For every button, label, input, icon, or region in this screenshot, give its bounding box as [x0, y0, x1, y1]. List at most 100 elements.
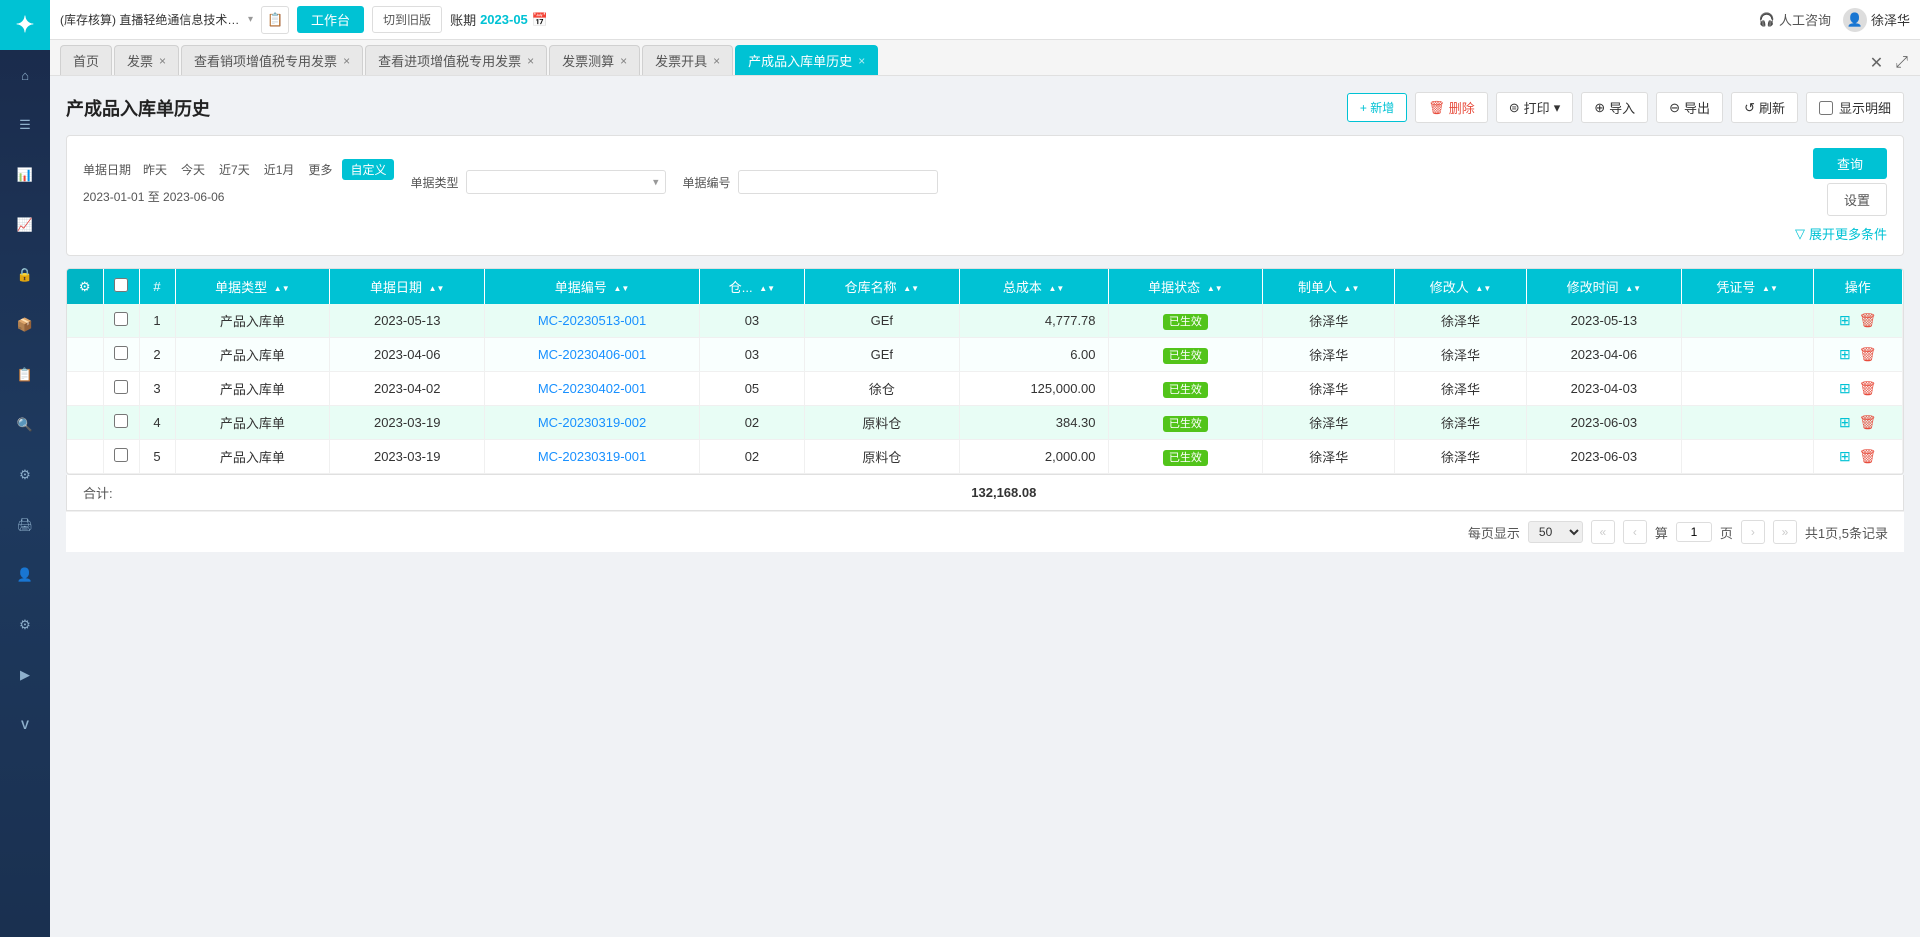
prev-page-button[interactable]: ‹ — [1623, 520, 1647, 544]
sidebar-item-scan[interactable]: 🔍 — [0, 400, 50, 450]
doc-num-link[interactable]: MC-20230513-001 — [538, 313, 646, 328]
td-doc-num[interactable]: MC-20230513-001 — [485, 304, 700, 338]
tab-check-sales-vat-close[interactable]: × — [343, 54, 350, 68]
workbench-button[interactable]: 工作台 — [297, 6, 364, 33]
th-doc-num[interactable]: 单据编号 ▲▼ — [485, 269, 700, 304]
tab-invoice-open[interactable]: 发票开具 × — [642, 45, 733, 75]
td-checkbox[interactable] — [103, 304, 139, 338]
sidebar-item-version[interactable]: V — [0, 700, 50, 750]
sort-modify-time[interactable]: ▲▼ — [1625, 285, 1641, 293]
delete-action-button[interactable]: 🗑 — [1859, 346, 1877, 363]
doc-num-link[interactable]: MC-20230402-001 — [538, 381, 646, 396]
more-shortcut[interactable]: 更多 — [304, 159, 336, 180]
view-action-button[interactable]: ⊞ — [1839, 346, 1851, 363]
sort-warehouse-code[interactable]: ▲▼ — [759, 285, 775, 293]
refresh-button[interactable]: ↺ 刷新 — [1731, 92, 1798, 123]
sort-doc-date[interactable]: ▲▼ — [429, 285, 445, 293]
td-doc-num[interactable]: MC-20230319-001 — [485, 440, 700, 474]
th-warehouse-name[interactable]: 仓库名称 ▲▼ — [804, 269, 959, 304]
select-all-checkbox[interactable] — [114, 278, 128, 292]
export-button[interactable]: ⊖ 导出 — [1656, 92, 1723, 123]
add-button[interactable]: + 新增 — [1347, 93, 1407, 122]
last-month-shortcut[interactable]: 近1月 — [260, 159, 299, 180]
th-voucher-num[interactable]: 凭证号 ▲▼ — [1681, 269, 1813, 304]
tab-check-purchase-vat-close[interactable]: × — [527, 54, 534, 68]
tab-invoice-open-close[interactable]: × — [713, 54, 720, 68]
sidebar-item-print[interactable]: 🖨 — [0, 500, 50, 550]
sidebar-item-lock[interactable]: 🔒 — [0, 250, 50, 300]
doc-num-link[interactable]: MC-20230319-001 — [538, 449, 646, 464]
view-action-button[interactable]: ⊞ — [1839, 414, 1851, 431]
th-creator[interactable]: 制单人 ▲▼ — [1263, 269, 1395, 304]
last7-shortcut[interactable]: 近7天 — [215, 159, 254, 180]
tab-invoice-close[interactable]: × — [159, 54, 166, 68]
tab-home[interactable]: 首页 — [60, 45, 112, 75]
yesterday-shortcut[interactable]: 昨天 — [139, 159, 171, 180]
sidebar-item-reports[interactable]: 📈 — [0, 200, 50, 250]
sidebar-item-goods[interactable]: 📦 — [0, 300, 50, 350]
first-page-button[interactable]: « — [1591, 520, 1615, 544]
close-all-tabs-button[interactable]: ✕ — [1868, 51, 1885, 75]
page-num-input[interactable] — [1676, 522, 1712, 542]
print-button[interactable]: ⊜ 打印 ▾ — [1496, 92, 1573, 123]
delete-action-button[interactable]: 🗑 — [1859, 414, 1877, 431]
import-button[interactable]: ⊕ 导入 — [1581, 92, 1648, 123]
delete-button[interactable]: 🗑 删除 — [1415, 92, 1488, 123]
per-page-select[interactable]: 50 100 200 — [1528, 521, 1583, 543]
delete-action-button[interactable]: 🗑 — [1859, 448, 1877, 465]
th-doc-date[interactable]: 单据日期 ▲▼ — [330, 269, 485, 304]
user-profile[interactable]: 👤 徐泽华 — [1843, 8, 1910, 32]
td-checkbox[interactable] — [103, 440, 139, 474]
td-checkbox[interactable] — [103, 338, 139, 372]
last-page-button[interactable]: » — [1773, 520, 1797, 544]
td-checkbox[interactable] — [103, 372, 139, 406]
tab-product-inbound[interactable]: 产成品入库单历史 × — [735, 45, 878, 75]
th-settings[interactable]: ⚙ — [67, 269, 103, 304]
sidebar-item-doc[interactable]: ☰ — [0, 100, 50, 150]
sort-total-cost[interactable]: ▲▼ — [1049, 285, 1065, 293]
th-warehouse-code[interactable]: 仓... ▲▼ — [699, 269, 804, 304]
sort-voucher-num[interactable]: ▲▼ — [1762, 285, 1778, 293]
view-action-button[interactable]: ⊞ — [1839, 380, 1851, 397]
td-checkbox[interactable] — [103, 406, 139, 440]
custom-shortcut[interactable]: 自定义 — [342, 159, 394, 180]
tab-invoice-calc[interactable]: 发票测算 × — [549, 45, 640, 75]
doc-num-input[interactable] — [738, 170, 938, 194]
sidebar-item-chart[interactable]: 📊 — [0, 150, 50, 200]
doc-num-link[interactable]: MC-20230319-002 — [538, 415, 646, 430]
goto-old-button[interactable]: 切到旧版 — [372, 6, 442, 33]
sidebar-item-settings[interactable]: ⚙ — [0, 600, 50, 650]
row-checkbox[interactable] — [114, 414, 128, 428]
th-doc-type[interactable]: 单据类型 ▲▼ — [175, 269, 330, 304]
sidebar-item-home[interactable]: ⌂ — [0, 50, 50, 100]
sidebar-item-video[interactable]: ▶ — [0, 650, 50, 700]
next-page-button[interactable]: › — [1741, 520, 1765, 544]
th-doc-status[interactable]: 单据状态 ▲▼ — [1108, 269, 1263, 304]
td-doc-num[interactable]: MC-20230319-002 — [485, 406, 700, 440]
company-dropdown-icon[interactable]: ▾ — [248, 14, 253, 25]
sidebar-item-user2[interactable]: 👤 — [0, 550, 50, 600]
td-doc-num[interactable]: MC-20230406-001 — [485, 338, 700, 372]
today-shortcut[interactable]: 今天 — [177, 159, 209, 180]
th-modifier[interactable]: 修改人 ▲▼ — [1395, 269, 1527, 304]
doc-type-select[interactable] — [466, 170, 666, 194]
tab-check-sales-vat[interactable]: 查看销项增值税专用发票 × — [181, 45, 363, 75]
sort-doc-type[interactable]: ▲▼ — [274, 285, 290, 293]
th-modify-time[interactable]: 修改时间 ▲▼ — [1526, 269, 1681, 304]
tab-invoice-calc-close[interactable]: × — [620, 54, 627, 68]
th-checkbox[interactable] — [103, 269, 139, 304]
sidebar-item-tasks[interactable]: 📋 — [0, 350, 50, 400]
delete-action-button[interactable]: 🗑 — [1859, 312, 1877, 329]
query-button[interactable]: 查询 — [1813, 148, 1887, 179]
tab-invoice[interactable]: 发票 × — [114, 45, 179, 75]
row-checkbox[interactable] — [114, 346, 128, 360]
delete-action-button[interactable]: 🗑 — [1859, 380, 1877, 397]
setting-button[interactable]: 设置 — [1827, 183, 1887, 216]
view-action-button[interactable]: ⊞ — [1839, 448, 1851, 465]
sort-doc-status[interactable]: ▲▼ — [1207, 285, 1223, 293]
expand-button[interactable]: ▽ 展开更多条件 — [1795, 224, 1887, 243]
doc-icon-btn[interactable]: 📋 — [261, 6, 289, 34]
show-details-checkbox[interactable] — [1819, 101, 1833, 115]
sort-warehouse-name[interactable]: ▲▼ — [903, 285, 919, 293]
calendar-icon[interactable]: 📅 — [532, 12, 548, 28]
